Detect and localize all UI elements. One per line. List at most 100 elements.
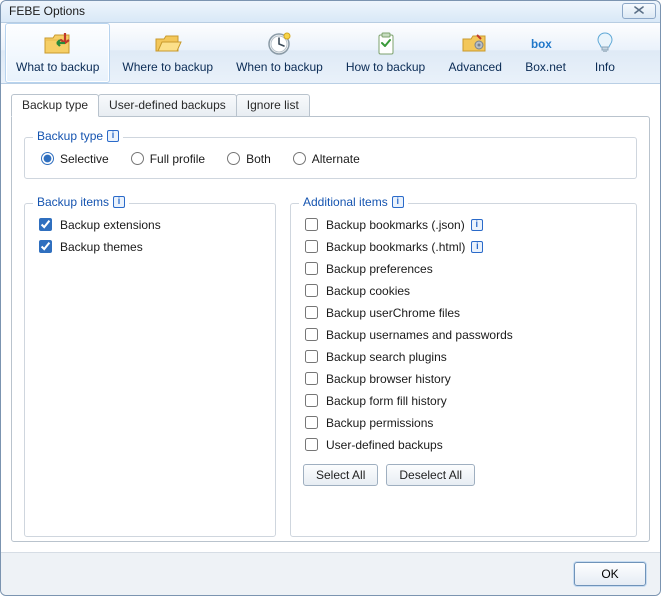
checkbox-label: Backup usernames and passwords bbox=[326, 328, 513, 342]
checkbox-input[interactable] bbox=[305, 218, 318, 231]
toolbar-advanced[interactable]: Advanced bbox=[437, 23, 513, 83]
tab-strip: Backup type User-defined backups Ignore … bbox=[11, 94, 650, 117]
legend-label: Backup type bbox=[37, 129, 103, 143]
checkbox-label: Backup permissions bbox=[326, 416, 433, 430]
toolbar-info[interactable]: Info bbox=[578, 23, 632, 83]
radio-input[interactable] bbox=[131, 152, 144, 165]
checkbox-label: Backup extensions bbox=[60, 218, 161, 232]
checkbox-label: Backup search plugins bbox=[326, 350, 447, 364]
checkbox-label: Backup bookmarks (.html) bbox=[326, 240, 465, 254]
checkbox-input[interactable] bbox=[305, 262, 318, 275]
radio-both[interactable]: Both bbox=[227, 152, 271, 166]
info-icon[interactable]: i bbox=[113, 196, 125, 208]
legend-additional-items: Additional items i bbox=[299, 195, 408, 209]
checkbox-input[interactable] bbox=[39, 218, 52, 231]
checkbox-input[interactable] bbox=[305, 438, 318, 451]
folder-arrow-icon bbox=[43, 30, 73, 58]
checkbox-input[interactable] bbox=[305, 394, 318, 407]
column-additional-items: Additional items i Backup bookmarks (.js… bbox=[290, 193, 637, 527]
toolbar-where-to-backup[interactable]: Where to backup bbox=[111, 23, 224, 83]
tab-label: Backup type bbox=[22, 98, 88, 112]
info-icon[interactable]: i bbox=[107, 130, 119, 142]
checkbox-input[interactable] bbox=[305, 416, 318, 429]
toolbar-boxnet[interactable]: box Box.net bbox=[514, 23, 577, 83]
fieldset-backup-items: Backup items i Backup extensions Backup … bbox=[24, 203, 276, 537]
toolbar-label: Info bbox=[595, 60, 615, 74]
dialog-footer: OK bbox=[1, 552, 660, 595]
check-backup-bookmarks-html[interactable]: Backup bookmarks (.html) i bbox=[305, 240, 622, 254]
checkbox-label: Backup preferences bbox=[326, 262, 433, 276]
folder-gear-icon bbox=[460, 30, 490, 58]
checkbox-input[interactable] bbox=[305, 350, 318, 363]
close-icon bbox=[633, 5, 645, 18]
radio-full-profile[interactable]: Full profile bbox=[131, 152, 205, 166]
check-backup-bookmarks-json[interactable]: Backup bookmarks (.json) i bbox=[305, 218, 622, 232]
info-icon[interactable]: i bbox=[471, 219, 483, 231]
info-icon[interactable]: i bbox=[471, 241, 483, 253]
legend-backup-items: Backup items i bbox=[33, 195, 129, 209]
check-backup-extensions[interactable]: Backup extensions bbox=[39, 218, 261, 232]
tab-ignore-list[interactable]: Ignore list bbox=[236, 94, 310, 117]
fieldset-backup-type: Backup type i Selective Full profile Bot… bbox=[24, 137, 637, 179]
checkbox-input[interactable] bbox=[39, 240, 52, 253]
toolbar-label: When to backup bbox=[236, 60, 323, 74]
check-backup-usernames-passwords[interactable]: Backup usernames and passwords bbox=[305, 328, 622, 342]
columns: Backup items i Backup extensions Backup … bbox=[24, 193, 637, 527]
info-icon[interactable]: i bbox=[392, 196, 404, 208]
toolbar-label: How to backup bbox=[346, 60, 425, 74]
toolbar-when-to-backup[interactable]: When to backup bbox=[225, 23, 334, 83]
check-backup-permissions[interactable]: Backup permissions bbox=[305, 416, 622, 430]
main-toolbar: What to backup Where to backup When to bbox=[1, 23, 660, 84]
checkbox-label: Backup bookmarks (.json) bbox=[326, 218, 465, 232]
checkbox-input[interactable] bbox=[305, 372, 318, 385]
titlebar: FEBE Options bbox=[1, 1, 660, 23]
checklist-backup-items: Backup extensions Backup themes bbox=[37, 214, 263, 258]
toolbar-what-to-backup[interactable]: What to backup bbox=[5, 23, 110, 83]
radio-label: Full profile bbox=[150, 152, 205, 166]
tab-backup-type[interactable]: Backup type bbox=[11, 94, 99, 117]
checklist-additional-items: Backup bookmarks (.json) i Backup bookmar… bbox=[303, 214, 624, 456]
toolbar-label: Box.net bbox=[525, 60, 566, 74]
checkbox-input[interactable] bbox=[305, 240, 318, 253]
toolbar-label: Advanced bbox=[449, 60, 502, 74]
radio-input[interactable] bbox=[227, 152, 240, 165]
radio-label: Both bbox=[246, 152, 271, 166]
check-backup-form-fill-history[interactable]: Backup form fill history bbox=[305, 394, 622, 408]
clock-icon bbox=[264, 30, 294, 58]
check-backup-preferences[interactable]: Backup preferences bbox=[305, 262, 622, 276]
window-title: FEBE Options bbox=[9, 4, 622, 18]
window: FEBE Options What to backup bbox=[0, 0, 661, 596]
checkbox-input[interactable] bbox=[305, 328, 318, 341]
toolbar-how-to-backup[interactable]: How to backup bbox=[335, 23, 436, 83]
box-logo-icon: box bbox=[531, 30, 561, 58]
checkbox-label: Backup cookies bbox=[326, 284, 410, 298]
tab-user-defined-backups[interactable]: User-defined backups bbox=[98, 94, 237, 117]
check-backup-cookies[interactable]: Backup cookies bbox=[305, 284, 622, 298]
legend-label: Additional items bbox=[303, 195, 388, 209]
column-backup-items: Backup items i Backup extensions Backup … bbox=[24, 193, 276, 527]
radio-alternate[interactable]: Alternate bbox=[293, 152, 360, 166]
check-user-defined-backups[interactable]: User-defined backups bbox=[305, 438, 622, 452]
legend-backup-type: Backup type i bbox=[33, 129, 123, 143]
checkbox-label: Backup userChrome files bbox=[326, 306, 460, 320]
select-all-button[interactable]: Select All bbox=[303, 464, 378, 486]
radio-input[interactable] bbox=[41, 152, 54, 165]
check-backup-userchrome-files[interactable]: Backup userChrome files bbox=[305, 306, 622, 320]
toolbar-label: What to backup bbox=[16, 60, 99, 74]
checkbox-input[interactable] bbox=[305, 306, 318, 319]
toolbar-label: Where to backup bbox=[122, 60, 213, 74]
check-backup-search-plugins[interactable]: Backup search plugins bbox=[305, 350, 622, 364]
check-backup-browser-history[interactable]: Backup browser history bbox=[305, 372, 622, 386]
deselect-all-button[interactable]: Deselect All bbox=[386, 464, 475, 486]
radio-input[interactable] bbox=[293, 152, 306, 165]
close-button[interactable] bbox=[622, 3, 656, 19]
checkbox-input[interactable] bbox=[305, 284, 318, 297]
checkbox-label: User-defined backups bbox=[326, 438, 443, 452]
tab-panel-backup-type: Backup type i Selective Full profile Bot… bbox=[11, 116, 650, 542]
ok-button[interactable]: OK bbox=[574, 562, 646, 586]
content-area: Backup type User-defined backups Ignore … bbox=[1, 84, 660, 552]
tab-label: User-defined backups bbox=[109, 98, 226, 112]
legend-label: Backup items bbox=[37, 195, 109, 209]
check-backup-themes[interactable]: Backup themes bbox=[39, 240, 261, 254]
radio-selective[interactable]: Selective bbox=[41, 152, 109, 166]
